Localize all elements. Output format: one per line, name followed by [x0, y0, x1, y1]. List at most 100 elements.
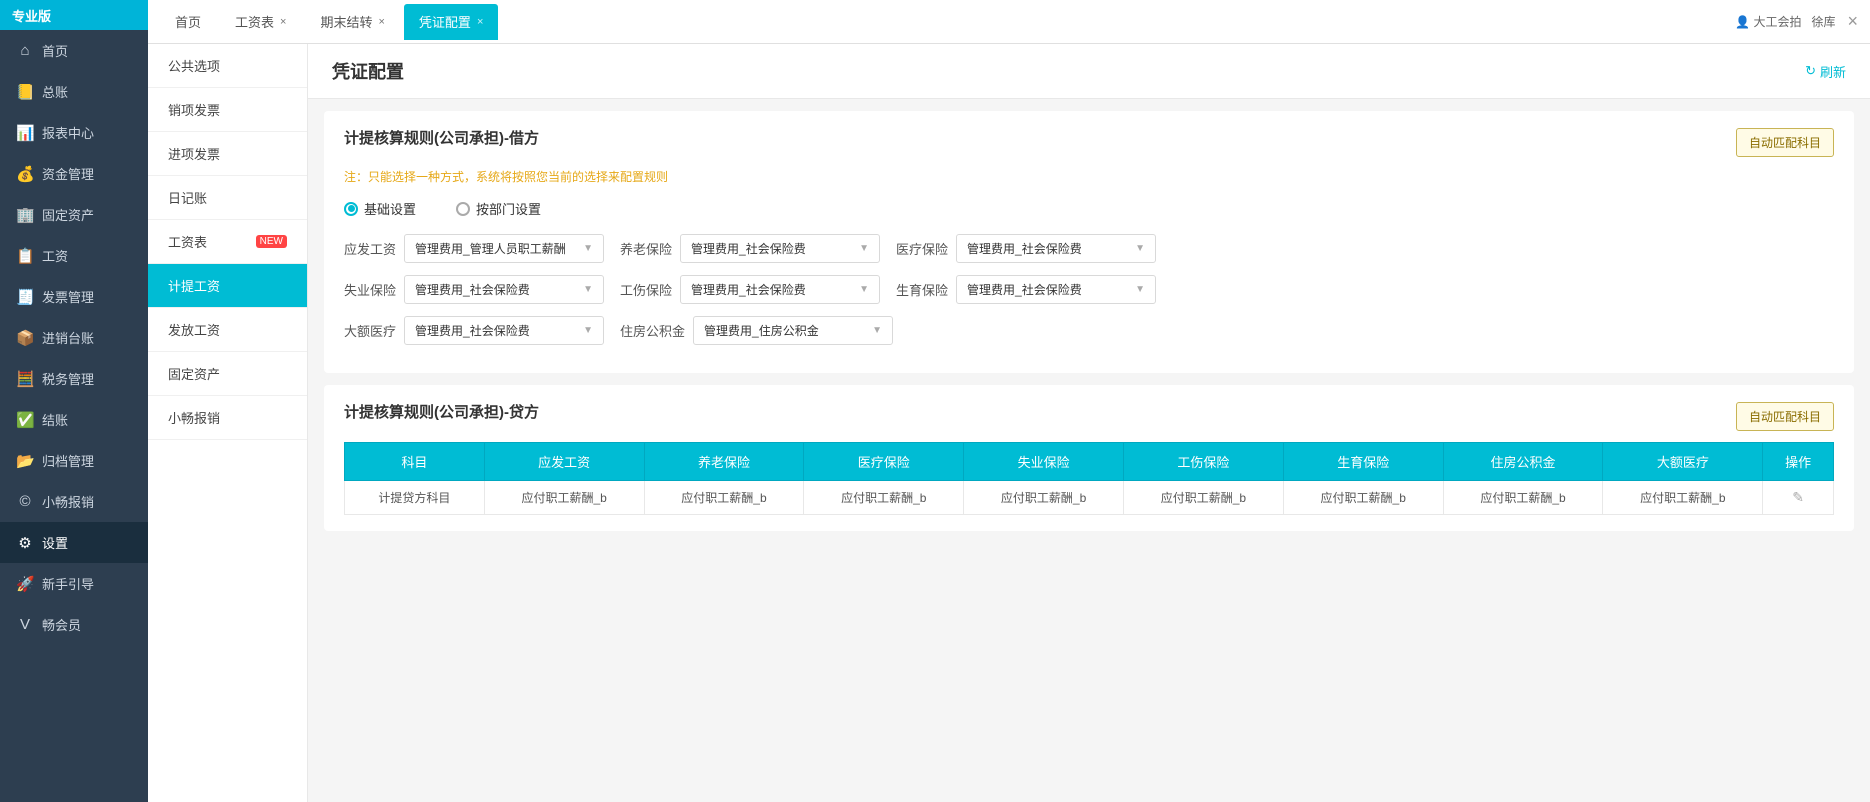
housing-label: 住房公积金 — [620, 321, 685, 340]
left-nav-item-journal[interactable]: 日记账 — [148, 176, 307, 220]
form-item-maternity: 生育保险 管理费用_社会保险费 ▼ — [896, 275, 1156, 304]
sidebar-item-archive[interactable]: 📂归档管理 — [0, 440, 148, 481]
sidebar-icon-ledger: 📒 — [16, 83, 34, 101]
credit-table-header-失业保险: 失业保险 — [964, 443, 1124, 481]
medical-label: 医疗保险 — [896, 239, 948, 258]
radio-basic[interactable]: 基础设置 — [344, 199, 416, 218]
credit-table-header-科目: 科目 — [345, 443, 485, 481]
unemployment-select[interactable]: 管理费用_社会保险费 ▼ — [404, 275, 604, 304]
debit-auto-match-button[interactable]: 自动匹配科目 — [1736, 128, 1834, 157]
unemployment-label: 失业保险 — [344, 280, 396, 299]
sidebar-item-tax[interactable]: 🧮税务管理 — [0, 358, 148, 399]
injury-select[interactable]: 管理费用_社会保险费 ▼ — [680, 275, 880, 304]
tab-label-payroll: 工资表 — [235, 12, 274, 31]
sidebar-item-funds[interactable]: 💰资金管理 — [0, 153, 148, 194]
sidebar-item-settings[interactable]: ⚙设置 — [0, 522, 148, 563]
sidebar-label-reports: 报表中心 — [42, 123, 94, 142]
tab-payroll[interactable]: 工资表 × — [220, 4, 301, 40]
sidebar-item-assets[interactable]: 🏢固定资产 — [0, 194, 148, 235]
tab-close-voucher-config[interactable]: × — [477, 16, 483, 28]
left-nav-label-sales-invoice: 销项发票 — [168, 100, 220, 119]
large-medical-label: 大额医疗 — [344, 321, 396, 340]
pension-label: 养老保险 — [620, 239, 672, 258]
left-nav-item-expense[interactable]: 小畅报销 — [148, 396, 307, 440]
sidebar-item-sales-ledger[interactable]: 📦进销台账 — [0, 317, 148, 358]
credit-row-col-4: 应付职工薪酬_b — [1124, 481, 1284, 515]
radio-dept[interactable]: 按部门设置 — [456, 199, 541, 218]
radio-basic-label: 基础设置 — [364, 199, 416, 218]
left-nav-label-journal: 日记账 — [168, 188, 207, 207]
credit-table-header-工伤保险: 工伤保险 — [1124, 443, 1284, 481]
sidebar-item-guide[interactable]: 🚀新手引导 — [0, 563, 148, 604]
debit-section: 计提核算规则(公司承担)-借方 自动匹配科目 注：只能选择一种方式，系统将按照您… — [324, 111, 1854, 373]
credit-row-col-6: 应付职工薪酬_b — [1443, 481, 1603, 515]
sidebar-item-checkout[interactable]: ✅结账 — [0, 399, 148, 440]
sidebar-item-home[interactable]: ⌂首页 — [0, 30, 148, 71]
left-nav-item-calc-salary[interactable]: 计提工资 — [148, 264, 307, 308]
sidebar-item-reports[interactable]: 📊报表中心 — [0, 112, 148, 153]
medical-select-value: 管理费用_社会保险费 — [967, 240, 1082, 257]
tab-voucher-config[interactable]: 凭证配置 × — [404, 4, 498, 40]
left-nav: 公共选项销项发票进项发票日记账工资表NEW 计提工资发放工资固定资产小畅报销 — [148, 44, 308, 802]
left-nav-item-fixed-assets[interactable]: 固定资产 — [148, 352, 307, 396]
sidebar-label-archive: 归档管理 — [42, 451, 94, 470]
credit-table-header-养老保险: 养老保险 — [644, 443, 804, 481]
left-nav-item-purchase-invoice[interactable]: 进项发票 — [148, 132, 307, 176]
salary-select-value: 管理费用_管理人员职工薪酬 — [415, 240, 566, 257]
left-nav-item-public[interactable]: 公共选项 — [148, 44, 307, 88]
window-close-btn[interactable]: × — [1847, 11, 1858, 32]
sidebar-label-xiaochang: 小畅报销 — [42, 492, 94, 511]
tab-home[interactable]: 首页 — [160, 4, 216, 40]
maternity-label: 生育保险 — [896, 280, 948, 299]
sidebar-icon-funds: 💰 — [16, 165, 34, 183]
tab-close-payroll[interactable]: × — [280, 16, 286, 28]
housing-select[interactable]: 管理费用_住房公积金 ▼ — [693, 316, 893, 345]
left-nav-label-calc-salary: 计提工资 — [168, 276, 220, 295]
left-nav-item-pay-salary[interactable]: 发放工资 — [148, 308, 307, 352]
sidebar-item-ledger[interactable]: 📒 总账 — [0, 71, 148, 112]
refresh-button[interactable]: ↻ 刷新 — [1805, 62, 1846, 81]
sidebar-item-xiaochang[interactable]: ©小畅报销 — [0, 481, 148, 522]
sidebar-item-member[interactable]: V 畅会员 — [0, 604, 148, 645]
pension-select[interactable]: 管理费用_社会保险费 ▼ — [680, 234, 880, 263]
housing-select-value: 管理费用_住房公积金 — [704, 322, 819, 339]
sidebar-item-invoice-mgmt[interactable]: 🧾发票管理 — [0, 276, 148, 317]
sidebar-icon-sales-ledger: 📦 — [16, 329, 34, 347]
edit-icon[interactable]: ✎ — [1792, 489, 1804, 505]
sidebar-icon-guide: 🚀 — [16, 575, 34, 593]
credit-row-action[interactable]: ✎ — [1763, 481, 1834, 515]
credit-row-col-7: 应付职工薪酬_b — [1603, 481, 1763, 515]
left-nav-item-payroll-table[interactable]: 工资表NEW — [148, 220, 307, 264]
form-item-salary: 应发工资 管理费用_管理人员职工薪酬 ▼ — [344, 234, 604, 263]
large-medical-select[interactable]: 管理费用_社会保险费 ▼ — [404, 316, 604, 345]
maternity-select[interactable]: 管理费用_社会保险费 ▼ — [956, 275, 1156, 304]
page-title: 凭证配置 — [332, 58, 404, 84]
tab-close-period-end[interactable]: × — [378, 16, 384, 28]
sidebar-icon-member: V — [16, 616, 34, 633]
radio-basic-dot — [344, 202, 358, 216]
debit-note: 注：只能选择一种方式，系统将按照您当前的选择来配置规则 — [344, 168, 1834, 185]
left-nav-item-sales-invoice[interactable]: 销项发票 — [148, 88, 307, 132]
tab-label-voucher-config: 凭证配置 — [419, 12, 471, 31]
sidebar-label-ledger: 总账 — [42, 82, 68, 101]
sidebar: 专业版 ⌂首页📒总账📊报表中心💰资金管理🏢固定资产📋工资🧾发票管理📦进销台账🧮税… — [0, 0, 148, 802]
medical-select[interactable]: 管理费用_社会保险费 ▼ — [956, 234, 1156, 263]
injury-select-arrow: ▼ — [859, 284, 869, 295]
credit-table-header-生育保险: 生育保险 — [1283, 443, 1443, 481]
credit-table-header-住房公积金: 住房公积金 — [1443, 443, 1603, 481]
radio-dept-label: 按部门设置 — [476, 199, 541, 218]
topbar-right: 👤 大工会拍 徐库 — [1735, 13, 1835, 30]
credit-auto-match-button[interactable]: 自动匹配科目 — [1736, 402, 1834, 431]
credit-table: 科目应发工资养老保险医疗保险失业保险工伤保险生育保险住房公积金大额医疗操作 计提… — [344, 442, 1834, 515]
credit-row-col-5: 应付职工薪酬_b — [1283, 481, 1443, 515]
left-nav-label-purchase-invoice: 进项发票 — [168, 144, 220, 163]
credit-row-subject: 计提贷方科目 — [345, 481, 485, 515]
debit-form-row-1: 应发工资 管理费用_管理人员职工薪酬 ▼ 养老保险 管理费用_社会保险费 ▼ — [344, 234, 1834, 263]
tab-label-home: 首页 — [175, 12, 201, 31]
sidebar-item-salary[interactable]: 📋工资 — [0, 235, 148, 276]
table-row: 计提贷方科目应付职工薪酬_b应付职工薪酬_b应付职工薪酬_b应付职工薪酬_b应付… — [345, 481, 1834, 515]
large-medical-select-arrow: ▼ — [583, 325, 593, 336]
tab-period-end[interactable]: 期末结转× — [305, 4, 399, 40]
sidebar-label-member: 畅会员 — [42, 615, 81, 634]
salary-select[interactable]: 管理费用_管理人员职工薪酬 ▼ — [404, 234, 604, 263]
